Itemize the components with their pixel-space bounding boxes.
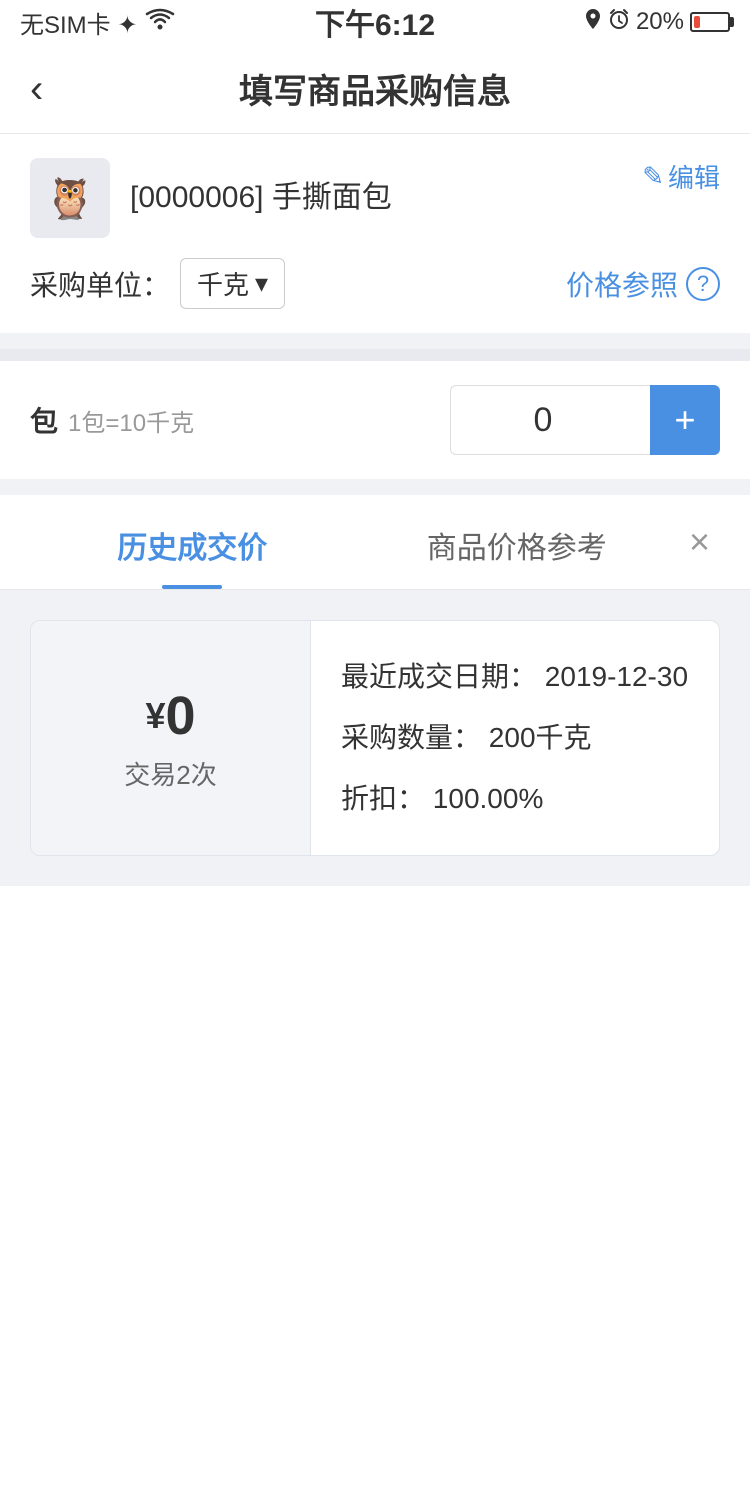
wifi-icon <box>145 8 175 37</box>
quantity-row: 包 1包=10千克 + <box>0 361 750 479</box>
page-title: 填写商品采购信息 <box>239 64 511 113</box>
unit-prefix-label: 采购单位： <box>30 264 170 304</box>
tabs-row: 历史成交价 商品价格参考 × <box>0 495 750 589</box>
transaction-date-row: 最近成交日期： 2019-12-30 <box>341 655 689 700</box>
discount-value: 100.00% <box>433 783 544 814</box>
transaction-qty-row: 采购数量： 200千克 <box>341 716 689 761</box>
qty-unit-name: 包 <box>30 400 58 440</box>
tabs-container: 历史成交价 商品价格参考 × <box>0 495 750 590</box>
battery-percent-text: 20% <box>636 8 684 36</box>
battery-icon <box>690 12 730 32</box>
back-button[interactable]: ‹ <box>30 69 43 109</box>
carrier-text: 无SIM卡 ✦ <box>20 5 137 40</box>
transaction-card: ¥ 0 交易2次 最近成交日期： 2019-12-30 采购数量： 200千克 … <box>30 620 720 856</box>
transaction-price-value: 0 <box>165 685 195 747</box>
chevron-down-icon: ▾ <box>255 268 268 299</box>
content-area: ¥ 0 交易2次 最近成交日期： 2019-12-30 采购数量： 200千克 … <box>0 590 750 886</box>
transaction-discount-row: 折扣： 100.00% <box>341 777 689 822</box>
status-right: 20% <box>584 8 730 37</box>
product-bottom-row: 采购单位： 千克 ▾ 价格参照 ? <box>30 258 720 309</box>
status-time: 下午6:12 <box>315 0 435 44</box>
edit-label: 编辑 <box>668 158 720 195</box>
unit-select-dropdown[interactable]: 千克 ▾ <box>180 258 285 309</box>
product-name: [0000006] 手撕面包 <box>130 181 392 214</box>
alarm-icon <box>608 8 630 37</box>
tab-history-price[interactable]: 历史成交价 <box>30 495 354 589</box>
unit-value: 千克 <box>197 265 249 302</box>
quantity-plus-button[interactable]: + <box>650 385 720 455</box>
quantity-input[interactable] <box>450 385 650 455</box>
product-card: 🦉 [0000006] 手撕面包 ✎ 编辑 采购单位： 千克 ▾ 价格参照 ? <box>0 134 750 333</box>
unit-section: 采购单位： 千克 ▾ <box>30 258 285 309</box>
transaction-price-panel: ¥ 0 交易2次 <box>31 621 311 855</box>
help-icon: ? <box>686 267 720 301</box>
edit-icon: ✎ <box>642 161 664 192</box>
transaction-count: 交易2次 <box>124 755 216 792</box>
date-value: 2019-12-30 <box>545 661 688 692</box>
quantity-label: 包 1包=10千克 <box>30 400 194 440</box>
discount-label: 折扣： <box>341 783 425 814</box>
transaction-details-panel: 最近成交日期： 2019-12-30 采购数量： 200千克 折扣： 100.0… <box>311 621 719 855</box>
qty-label: 采购数量： <box>341 722 481 753</box>
product-title: 手撕面包 <box>272 181 392 214</box>
product-info-left: 🦉 [0000006] 手撕面包 <box>30 158 392 238</box>
edit-button[interactable]: ✎ 编辑 <box>642 158 720 195</box>
quantity-controls: + <box>450 385 720 455</box>
location-icon <box>584 8 602 37</box>
close-tab-button[interactable]: × <box>679 511 720 573</box>
currency-symbol: ¥ <box>145 695 165 737</box>
product-id: [0000006] <box>130 181 263 214</box>
qty-conversion-text: 1包=10千克 <box>68 403 194 438</box>
bottom-white-space <box>0 886 750 1486</box>
product-thumbnail: 🦉 <box>30 158 110 238</box>
section-divider <box>0 349 750 361</box>
price-ref-label: 价格参照 <box>566 264 678 304</box>
qty-value: 200千克 <box>489 722 592 753</box>
price-reference-button[interactable]: 价格参照 ? <box>566 264 720 304</box>
product-owl-logo: 🦉 <box>45 175 95 222</box>
page-header: ‹ 填写商品采购信息 <box>0 44 750 134</box>
tab-product-price-reference[interactable]: 商品价格参考 <box>354 495 678 589</box>
date-label: 最近成交日期： <box>341 661 537 692</box>
status-left: 无SIM卡 ✦ <box>20 5 175 40</box>
transaction-price-display: ¥ 0 <box>145 685 195 747</box>
product-name-block: [0000006] 手撕面包 <box>130 177 392 219</box>
status-bar: 无SIM卡 ✦ 下午6:12 20% <box>0 0 750 44</box>
product-top-row: 🦉 [0000006] 手撕面包 ✎ 编辑 <box>30 158 720 238</box>
